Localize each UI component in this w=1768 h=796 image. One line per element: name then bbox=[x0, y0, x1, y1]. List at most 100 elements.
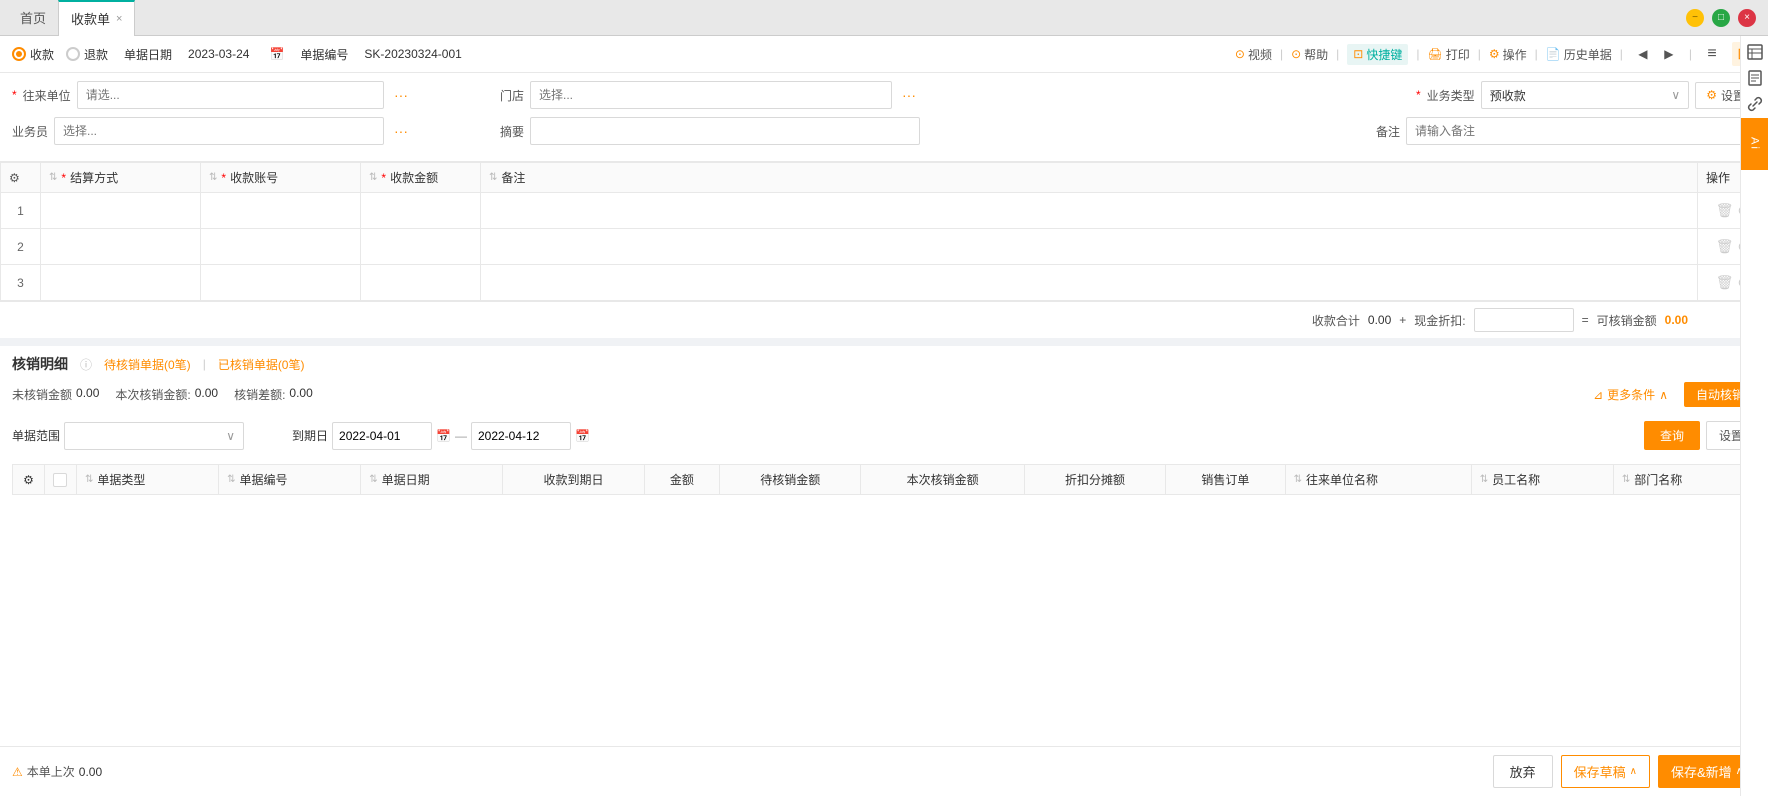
date-from-input[interactable] bbox=[332, 422, 432, 450]
counterpart-label: 往来单位 bbox=[23, 87, 71, 104]
shortcut-button[interactable]: ⊡ 快捷键 bbox=[1347, 44, 1408, 65]
history-button[interactable]: 📄 历史单据 bbox=[1546, 46, 1612, 63]
net-label: 可核销金额 bbox=[1597, 312, 1657, 329]
list-view-icon[interactable]: ≡ bbox=[1700, 42, 1724, 66]
row-1-account[interactable] bbox=[201, 193, 361, 229]
abandon-button[interactable]: 放弃 bbox=[1493, 755, 1553, 788]
tab-home[interactable]: 首页 bbox=[8, 0, 58, 36]
store-field: 门店 ··· bbox=[500, 81, 920, 109]
bottom-table-area: ⚙ ⇅ 单据类型 ⇅ bbox=[12, 464, 1756, 738]
counterpart-input[interactable] bbox=[77, 81, 384, 109]
remark-label: 备注 bbox=[1376, 123, 1400, 140]
prev-arrow[interactable]: ◀ bbox=[1631, 42, 1655, 66]
done-tab-link[interactable]: 已核销单据(0笔) bbox=[218, 356, 305, 373]
row-3-amount[interactable] bbox=[361, 265, 481, 301]
row-3-account[interactable] bbox=[201, 265, 361, 301]
pending-tab-link[interactable]: 待核销单据(0笔) bbox=[104, 356, 191, 373]
row-2-settlement[interactable] bbox=[41, 229, 201, 265]
table-row: 2 🗑 ⊕ bbox=[1, 229, 1768, 265]
row-3-delete-btn[interactable]: 🗑 bbox=[1716, 274, 1734, 291]
row-1-num: 1 bbox=[1, 193, 41, 229]
refund-radio[interactable]: 退款 bbox=[66, 46, 108, 63]
toolbar-right: ⊙ 视频 | ⊙ 帮助 | ⊡ 快捷键 | 🖨 打印 | ⚙ 操作 bbox=[1235, 42, 1756, 66]
row-1-amount[interactable] bbox=[361, 193, 481, 229]
print-icon: 🖨 bbox=[1428, 47, 1443, 61]
action-buttons: 放弃 保存草稿 ∧ 保存&新增 ∧ bbox=[1493, 755, 1756, 788]
row-3-num: 3 bbox=[1, 265, 41, 301]
receipt-table: ⚙ ⇅ * 结算方式 ⇅ * 收款账号 bbox=[0, 162, 1768, 301]
cal-icon-from[interactable]: 📅 bbox=[436, 429, 451, 443]
row-2-delete-btn[interactable]: 🗑 bbox=[1716, 238, 1734, 255]
bottom-info-value: 0.00 bbox=[79, 765, 102, 779]
history-icon: 📄 bbox=[1546, 47, 1561, 61]
window-minimize-button[interactable]: − bbox=[1686, 9, 1704, 27]
sidebar-table-icon[interactable] bbox=[1743, 40, 1767, 64]
print-button[interactable]: 🖨 打印 bbox=[1428, 46, 1470, 63]
this-cancel-value: 0.00 bbox=[195, 386, 218, 403]
tab-bar: 首页 收款单 × − □ × bbox=[0, 0, 1768, 36]
table-settings-header[interactable]: ⚙ bbox=[1, 163, 41, 193]
row-3-settlement[interactable] bbox=[41, 265, 201, 301]
store-more-btn[interactable]: ··· bbox=[898, 87, 920, 103]
receipt-radio-dot bbox=[12, 47, 26, 61]
counterpart-more-btn[interactable]: ··· bbox=[390, 87, 412, 103]
table-row: 1 🗑 ⊕ bbox=[1, 193, 1768, 229]
total-value: 0.00 bbox=[1368, 313, 1391, 327]
ai-expand-panel[interactable]: Ai bbox=[1741, 118, 1768, 170]
summary-input[interactable] bbox=[530, 117, 920, 145]
uncanceled-value: 0.00 bbox=[76, 386, 99, 403]
row-1-remark[interactable] bbox=[481, 193, 1698, 229]
table-gear-icon[interactable]: ⚙ bbox=[9, 171, 20, 185]
verification-info-icon[interactable]: ⓘ bbox=[80, 356, 92, 373]
setting-icon: ⚙ bbox=[1706, 88, 1717, 102]
calendar-icon[interactable]: 📅 bbox=[269, 47, 284, 61]
verification-area: 核销明细 ⓘ 待核销单据(0笔) | 已核销单据(0笔) 未核销金额 0.00 … bbox=[0, 346, 1768, 746]
row-1-delete-btn[interactable]: 🗑 bbox=[1716, 202, 1734, 219]
col-number-header: ⇅ 单据编号 bbox=[219, 465, 361, 495]
row-2-remark[interactable] bbox=[481, 229, 1698, 265]
refund-radio-dot bbox=[66, 47, 80, 61]
query-button[interactable]: 查询 bbox=[1644, 421, 1700, 450]
row-2-account[interactable] bbox=[201, 229, 361, 265]
remark-input[interactable] bbox=[1406, 117, 1756, 145]
table-gear-icon-2[interactable]: ⚙ bbox=[23, 473, 34, 487]
table-row: 3 🗑 ⊕ bbox=[1, 265, 1768, 301]
receipt-radio[interactable]: 收款 bbox=[12, 46, 54, 63]
col-this-cancel-header: 本次核销金额 bbox=[861, 465, 1024, 495]
store-input[interactable] bbox=[530, 81, 892, 109]
range-select[interactable]: ∨ bbox=[64, 422, 244, 450]
business-type-select[interactable]: 预收款 ∨ bbox=[1481, 81, 1690, 109]
window-close-button[interactable]: × bbox=[1738, 9, 1756, 27]
window-maximize-button[interactable]: □ bbox=[1712, 9, 1730, 27]
select-all-checkbox[interactable] bbox=[53, 473, 67, 487]
row-3-remark[interactable] bbox=[481, 265, 1698, 301]
tab-close-icon[interactable]: × bbox=[116, 13, 122, 25]
next-arrow[interactable]: ▶ bbox=[1657, 42, 1681, 66]
bottom-info: ⚠ 本单上次 0.00 bbox=[12, 763, 102, 780]
receipt-type-group: 收款 退款 bbox=[12, 46, 108, 63]
row-1-settlement[interactable] bbox=[41, 193, 201, 229]
row-2-amount[interactable] bbox=[361, 229, 481, 265]
remark-field: 备注 bbox=[1376, 117, 1756, 145]
date-to-input[interactable] bbox=[471, 422, 571, 450]
discount-input[interactable] bbox=[1474, 308, 1574, 332]
save-draft-button[interactable]: 保存草稿 ∧ bbox=[1561, 755, 1650, 788]
sidebar-link-icon[interactable] bbox=[1743, 92, 1767, 116]
table-area: ⚙ ⇅ * 结算方式 ⇅ * 收款账号 bbox=[0, 162, 1768, 301]
filter-icon: ⊿ bbox=[1593, 388, 1603, 402]
video-button[interactable]: ⊙ 视频 bbox=[1235, 46, 1272, 63]
more-conditions-btn[interactable]: ⊿ 更多条件 ∧ bbox=[1593, 386, 1668, 403]
salesperson-more-btn[interactable]: ··· bbox=[390, 123, 412, 139]
due-date-field: 到期日 📅 — 📅 bbox=[292, 422, 590, 450]
help-button[interactable]: ⊙ 帮助 bbox=[1291, 46, 1328, 63]
tab-receipt[interactable]: 收款单 × bbox=[58, 0, 135, 36]
range-label: 单据范围 bbox=[12, 427, 60, 444]
col-date-header: ⇅ 单据日期 bbox=[361, 465, 503, 495]
col-checkbox-header[interactable]: ⚙ bbox=[13, 465, 45, 495]
salesperson-input[interactable] bbox=[54, 117, 384, 145]
operation-button[interactable]: ⚙ 操作 bbox=[1489, 46, 1527, 63]
cal-icon-to[interactable]: 📅 bbox=[575, 429, 590, 443]
sidebar-doc-icon[interactable] bbox=[1743, 66, 1767, 90]
col-checkbox-check-header[interactable] bbox=[45, 465, 77, 495]
salesperson-field: 业务员 ··· bbox=[12, 117, 412, 145]
